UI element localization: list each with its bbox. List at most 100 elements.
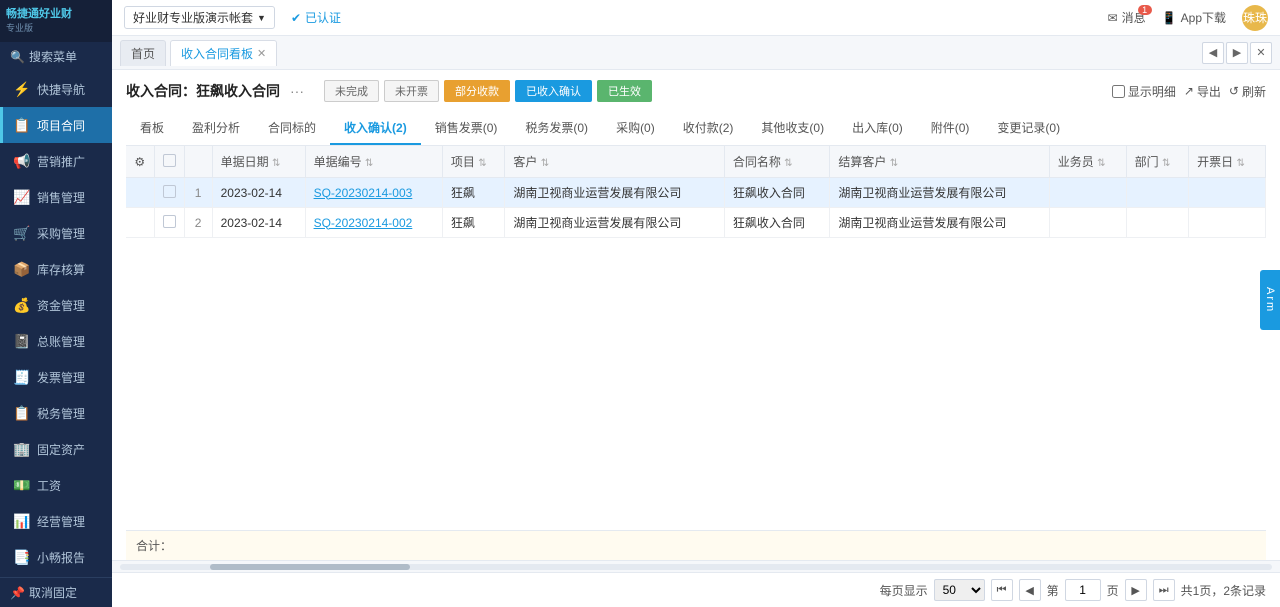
subtab-other-income[interactable]: 其他收支(0) [747,112,838,145]
sidebar-item-invoice[interactable]: 🧾 发票管理 [0,359,112,395]
cell-checkbox-2[interactable] [154,208,184,238]
tab-prev-button[interactable]: ◀ [1202,42,1224,64]
horizontal-scrollbar[interactable] [112,560,1280,572]
status-confirmed-button[interactable]: 已收入确认 [515,80,592,102]
sidebar-item-sales-label: 销售管理 [37,189,85,206]
sidebar-item-report[interactable]: 📑 小畅报告 [0,539,112,575]
mobile-icon: 📱 [1162,11,1177,25]
export-label: 导出 [1197,83,1221,100]
message-button[interactable]: ✉ 消息 1 [1108,9,1146,26]
export-button[interactable]: ↗ 导出 [1184,83,1221,100]
col-date[interactable]: 单据日期 ⇅ [212,146,305,178]
message-badge: 1 [1138,5,1152,15]
col-dept[interactable]: 部门 ⇅ [1126,146,1189,178]
unpin-button[interactable]: 📌 取消固定 [0,577,112,607]
tab-close-icon[interactable]: ✕ [257,47,266,60]
chevron-down-icon: ▼ [257,13,266,23]
data-table-area: ⚙ 单据日期 ⇅ 单据编号 ⇅ [126,146,1266,530]
app-download-button[interactable]: 📱 App下载 [1162,9,1226,26]
last-page-button[interactable]: ⏭ [1153,579,1175,601]
scrollbar-thumb[interactable] [210,564,410,570]
col-client[interactable]: 客户 ⇅ [505,146,724,178]
search-menu-item[interactable]: 🔍 搜索菜单 [0,42,112,71]
sidebar-item-report-label: 小畅报告 [37,549,85,566]
col-project[interactable]: 项目 ⇅ [442,146,505,178]
project-icon: 📋 [13,116,31,134]
sidebar-item-quicknav[interactable]: ⚡ 快捷导航 [0,71,112,107]
col-order-no[interactable]: 单据编号 ⇅ [305,146,442,178]
cell-orderno-1[interactable]: SQ-20230214-003 [305,178,442,208]
sales-icon: 📈 [13,188,31,206]
status-partial-payment-button[interactable]: 部分收款 [444,80,510,102]
refresh-button[interactable]: ↺ 刷新 [1229,83,1266,100]
sidebar-item-marketing[interactable]: 📢 营销推广 [0,143,112,179]
page-number-input[interactable]: 1 [1065,579,1101,601]
col-result-client[interactable]: 结算客户 ⇅ [830,146,1049,178]
arm-float-button[interactable]: Arm [1260,270,1266,330]
table-footer: 合计： [126,530,1266,560]
refresh-icon: ↺ [1229,84,1239,98]
show-detail-checkbox-label[interactable]: 显示明细 [1112,83,1176,100]
tab-bar: 首页 收入合同看板 ✕ ◀ ▶ ✕ [112,36,1280,70]
sidebar-item-sales[interactable]: 📈 销售管理 [0,179,112,215]
subtab-purchase[interactable]: 采购(0) [602,112,669,145]
row-checkbox-2[interactable] [163,215,176,228]
cell-checkbox-1[interactable] [154,178,184,208]
subtab-warehouse[interactable]: 出入库(0) [838,112,917,145]
status-uninvoiced-button[interactable]: 未开票 [384,80,439,102]
subtab-contract-subject[interactable]: 合同标的 [254,112,330,145]
select-all-checkbox[interactable] [163,154,176,167]
sidebar-item-assets[interactable]: 🏢 固定资产 [0,431,112,467]
subtab-revenue-confirm[interactable]: 收入确认(2) [330,112,421,145]
cell-settings-1 [126,178,154,208]
sidebar-item-hr[interactable]: 💵 工资 [0,467,112,503]
subtab-attachments[interactable]: 附件(0) [917,112,984,145]
cell-resultclient-2: 湖南卫视商业运营发展有限公司 [830,208,1049,238]
check-icon: ✔ [291,11,301,25]
row-checkbox-1[interactable] [163,185,176,198]
sort-project-icon: ⇅ [478,158,486,169]
cell-orderno-2[interactable]: SQ-20230214-002 [305,208,442,238]
page-size-select[interactable]: 20 50 100 200 [934,579,985,601]
sidebar-item-project-label: 项目合同 [37,117,85,134]
tab-close-all-button[interactable]: ✕ [1250,42,1272,64]
prev-page-button[interactable]: ◀ [1019,579,1041,601]
subtab-board[interactable]: 看板 [126,112,178,145]
user-avatar[interactable]: 珠珠 [1242,5,1268,31]
subtab-profit[interactable]: 盈利分析 [178,112,254,145]
sidebar-item-project[interactable]: 📋 项目合同 [0,107,112,143]
sidebar-item-ops[interactable]: 📊 经营管理 [0,503,112,539]
sort-client-icon: ⇅ [541,158,549,169]
sidebar-item-purchase[interactable]: 🛒 采购管理 [0,215,112,251]
sidebar-item-fund[interactable]: 💰 资金管理 [0,287,112,323]
col-settings[interactable]: ⚙ [126,146,154,178]
sidebar-item-general[interactable]: 📓 总账管理 [0,323,112,359]
subtab-tax-invoice[interactable]: 税务发票(0) [511,112,602,145]
subtab-sales-invoice[interactable]: 销售发票(0) [421,112,512,145]
unpin-label: 取消固定 [29,584,77,601]
col-salesperson[interactable]: 业务员 ⇅ [1049,146,1126,178]
status-effective-button[interactable]: 已生效 [597,80,652,102]
table-row[interactable]: 1 2023-02-14 SQ-20230214-003 狂飙 湖南卫视商业运营… [126,178,1266,208]
col-contract-name[interactable]: 合同名称 ⇅ [724,146,830,178]
tab-next-button[interactable]: ▶ [1226,42,1248,64]
tab-home[interactable]: 首页 [120,40,166,66]
next-page-button[interactable]: ▶ [1125,579,1147,601]
page-content: 收入合同：狂飙收入合同 ··· 未完成 未开票 部分收款 已收入确认 已生效 显… [112,70,1280,607]
sidebar-item-inventory[interactable]: 📦 库存核算 [0,251,112,287]
more-options-button[interactable]: ··· [290,83,304,99]
status-incomplete-button[interactable]: 未完成 [324,80,379,102]
tab-contract-board[interactable]: 收入合同看板 ✕ [170,40,277,66]
account-selector[interactable]: 好业财专业版演示帐套 ▼ [124,6,275,29]
first-page-button[interactable]: ⏮ [991,579,1013,601]
col-rownum [184,146,212,178]
sidebar-item-tax[interactable]: 📋 税务管理 [0,395,112,431]
message-icon: ✉ [1108,11,1118,25]
page-title: 收入合同：狂飙收入合同 [126,81,280,101]
col-open-date[interactable]: 开票日 ⇅ [1189,146,1266,178]
sidebar: 畅捷通好业财 专业版 🔍 搜索菜单 ⚡ 快捷导航 📋 项目合同 📢 营销推广 📈… [0,0,112,607]
subtab-payment[interactable]: 收付款(2) [669,112,748,145]
show-detail-checkbox[interactable] [1112,85,1125,98]
table-row[interactable]: 2 2023-02-14 SQ-20230214-002 狂飙 湖南卫视商业运营… [126,208,1266,238]
subtab-changes[interactable]: 变更记录(0) [983,112,1074,145]
